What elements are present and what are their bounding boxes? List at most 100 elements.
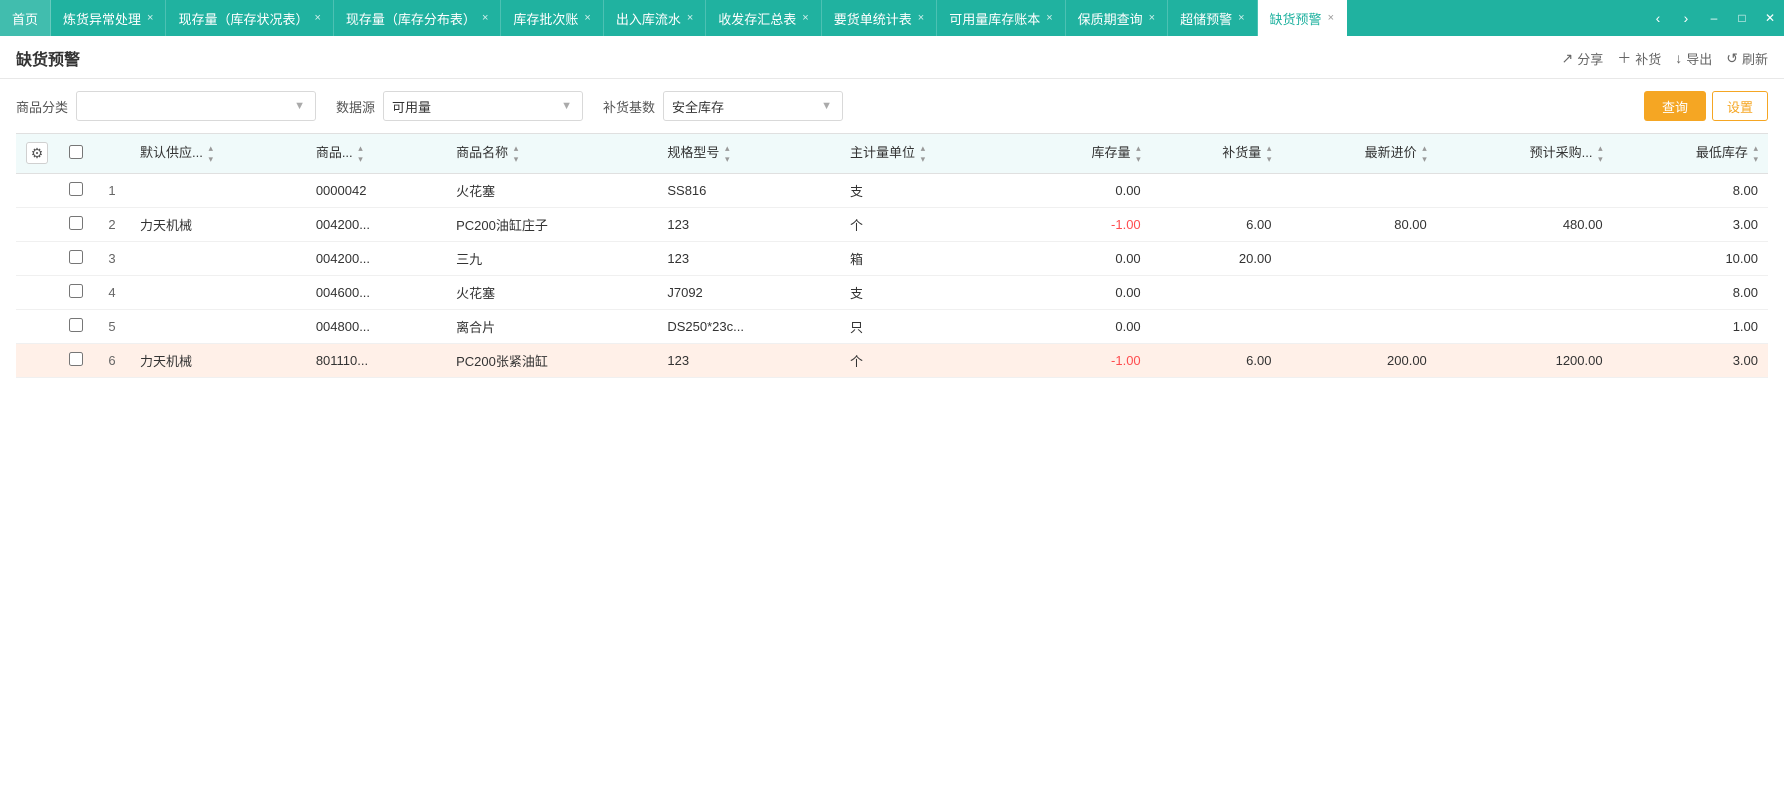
window-minimize[interactable]: – [1700, 0, 1728, 36]
tab-close-stock2[interactable]: × [482, 12, 488, 24]
tab-item-collect[interactable]: 收发存汇总表 × [706, 0, 821, 36]
col-replenish[interactable]: 补货量 ▴▾ [1151, 134, 1282, 174]
col-code[interactable]: 商品... ▴▾ [306, 134, 446, 174]
row-replenish-3 [1151, 275, 1282, 309]
col-estimated-purchase[interactable]: 预计采购... ▴▾ [1437, 134, 1613, 174]
window-maximize[interactable]: □ [1728, 0, 1756, 36]
filter-bar: 商品分类 ▼ 数据源 可用量 ▼ 补货基数 安全库存 ▼ 查询 设置 [0, 79, 1784, 133]
tab-nav-left[interactable]: ‹ [1644, 0, 1672, 36]
tab-item-order[interactable]: 要货单统计表× [822, 0, 937, 36]
filter-btn-group: 查询 设置 [1644, 91, 1768, 121]
tab-item-expiry[interactable]: 保质期查询 × [1066, 0, 1168, 36]
tab-close-expiry[interactable]: × [1149, 12, 1155, 24]
table-row: 5 004800... 离合片 DS250*23c... 只 0.00 1.00 [16, 309, 1768, 343]
tab-item-exception[interactable]: 炼货异常处理× [51, 0, 166, 36]
refresh-button[interactable]: ↺ 刷新 [1726, 49, 1768, 68]
row-unit-0: 支 [840, 173, 1020, 207]
tab-close-stock1[interactable]: × [314, 12, 320, 24]
replenish-base-select-value: 安全库存 [672, 97, 724, 116]
tab-close-overstock[interactable]: × [1238, 12, 1244, 24]
tab-item-batch[interactable]: 库存批次账× [501, 0, 603, 36]
tab-close-collect[interactable]: × [802, 12, 808, 24]
tab-close-inout[interactable]: × [687, 12, 693, 24]
col-min-stock[interactable]: 最低库存 ▴▾ [1613, 134, 1768, 174]
row-checkbox-5[interactable] [69, 352, 83, 366]
row-gear-5 [16, 343, 58, 377]
row-check-4 [58, 309, 94, 343]
tab-item-stock1[interactable]: 现存量（库存状况表）× [166, 0, 333, 36]
row-stock-2: 0.00 [1020, 241, 1151, 275]
replenish-base-select[interactable]: 安全库存 ▼ [663, 91, 843, 121]
col-spec[interactable]: 规格型号 ▴▾ [657, 134, 840, 174]
col-latest-price[interactable]: 最新进价 ▴▾ [1281, 134, 1436, 174]
tab-label-inout: 出入库流水 [616, 9, 681, 28]
sort-name-icon: ▴▾ [514, 143, 519, 165]
category-label: 商品分类 [16, 97, 68, 116]
row-min-stock-2: 10.00 [1613, 241, 1768, 275]
tab-close-exception[interactable]: × [147, 12, 153, 24]
row-checkbox-2[interactable] [69, 250, 83, 264]
table-row: 2 力天机械 004200... PC200油缸庄子 123 个 -1.00 6… [16, 207, 1768, 241]
query-button[interactable]: 查询 [1644, 91, 1706, 121]
export-button[interactable]: ↓ 导出 [1675, 49, 1712, 68]
window-close[interactable]: ✕ [1756, 0, 1784, 36]
tab-close-order[interactable]: × [918, 12, 924, 24]
export-icon: ↓ [1675, 50, 1682, 66]
tab-item-overstock[interactable]: 超储预警× [1168, 0, 1257, 36]
sort-code-icon: ▴▾ [358, 143, 363, 165]
row-checkbox-4[interactable] [69, 318, 83, 332]
share-button[interactable]: ↗ 分享 [1561, 49, 1603, 68]
tab-item-shortage[interactable]: 缺货预警× [1258, 0, 1347, 36]
check-all-input[interactable] [69, 145, 83, 159]
row-gear-1 [16, 207, 58, 241]
tab-item-home[interactable]: 首页 [0, 0, 51, 36]
replenish-base-filter-group: 补货基数 安全库存 ▼ [603, 91, 843, 121]
col-idx [94, 134, 130, 174]
tab-close-shortage[interactable]: × [1328, 12, 1334, 24]
col-stock[interactable]: 库存量 ▴▾ [1020, 134, 1151, 174]
row-gear-4 [16, 309, 58, 343]
col-unit[interactable]: 主计量单位 ▴▾ [840, 134, 1020, 174]
col-supplier[interactable]: 默认供应... ▴▾ [130, 134, 306, 174]
tab-item-inout[interactable]: 出入库流水 × [604, 0, 706, 36]
sort-estimated-purchase-icon: ▴▾ [1598, 143, 1603, 165]
row-checkbox-0[interactable] [69, 182, 83, 196]
tab-close-available[interactable]: × [1046, 12, 1052, 24]
row-stock-0: 0.00 [1020, 173, 1151, 207]
row-check-0 [58, 173, 94, 207]
datasource-select[interactable]: 可用量 ▼ [383, 91, 583, 121]
row-supplier-1: 力天机械 [130, 207, 306, 241]
row-replenish-4 [1151, 309, 1282, 343]
tab-item-available[interactable]: 可用量库存账本× [937, 0, 1065, 36]
row-unit-2: 箱 [840, 241, 1020, 275]
row-stock-1: -1.00 [1020, 207, 1151, 241]
row-idx-1: 2 [94, 207, 130, 241]
tab-label-expiry: 保质期查询 [1078, 9, 1143, 28]
tab-nav-right[interactable]: › [1672, 0, 1700, 36]
datasource-filter-group: 数据源 可用量 ▼ [336, 91, 583, 121]
sort-min-stock-icon: ▴▾ [1753, 143, 1758, 165]
row-checkbox-1[interactable] [69, 216, 83, 230]
row-supplier-2 [130, 241, 306, 275]
row-spec-5: 123 [657, 343, 840, 377]
sort-unit-icon: ▴▾ [921, 143, 926, 165]
gear-icon[interactable]: ⚙ [26, 142, 48, 164]
row-idx-3: 4 [94, 275, 130, 309]
category-select[interactable]: ▼ [76, 91, 316, 121]
settings-button[interactable]: 设置 [1712, 91, 1768, 121]
row-min-stock-4: 1.00 [1613, 309, 1768, 343]
row-spec-2: 123 [657, 241, 840, 275]
replenish-icon: ＋ [1617, 48, 1631, 68]
refresh-icon: ↺ [1726, 50, 1738, 67]
tab-close-batch[interactable]: × [584, 12, 590, 24]
row-estimated-purchase-5: 1200.00 [1437, 343, 1613, 377]
tab-label-stock2: 现存量（库存分布表） [346, 9, 476, 28]
tab-label-collect: 收发存汇总表 [718, 9, 796, 28]
replenish-button[interactable]: ＋ 补货 [1617, 48, 1661, 68]
row-check-3 [58, 275, 94, 309]
row-checkbox-3[interactable] [69, 284, 83, 298]
col-name[interactable]: 商品名称 ▴▾ [446, 134, 657, 174]
tab-item-stock2[interactable]: 现存量（库存分布表） × [334, 0, 501, 36]
row-min-stock-1: 3.00 [1613, 207, 1768, 241]
row-stock-3: 0.00 [1020, 275, 1151, 309]
